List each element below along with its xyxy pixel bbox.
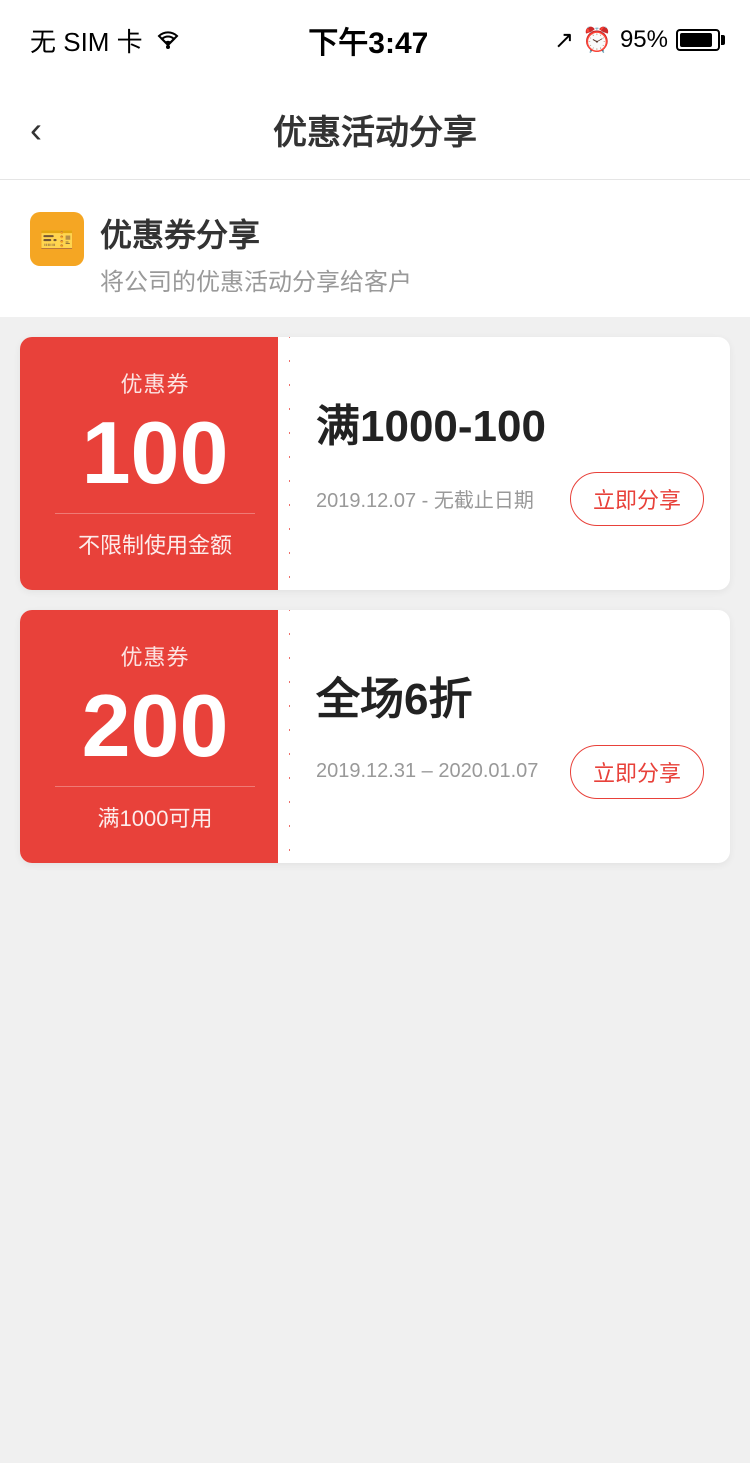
coupon-date-2: 2019.12.31 – 2020.01.07 (316, 760, 538, 783)
coupon-right-1: 满1000-100 2019.12.07 - 无截止日期 立即分享 (290, 337, 730, 590)
section-text: 优惠券分享 将公司的优惠活动分享给客户 (100, 210, 412, 297)
coupon-label-2: 优惠券 (120, 640, 189, 672)
battery-percent: 95% (620, 26, 668, 54)
coupon-date-1: 2019.12.07 - 无截止日期 (316, 484, 534, 513)
battery-icon (676, 29, 720, 51)
bottom-empty-area (0, 863, 750, 1463)
carrier-text: 无 SIM 卡 (30, 22, 143, 59)
coupon-meta-1: 2019.12.07 - 无截止日期 立即分享 (316, 472, 704, 526)
status-left: 无 SIM 卡 (30, 22, 183, 59)
share-button-1[interactable]: 立即分享 (570, 472, 704, 526)
page-title: 优惠活动分享 (273, 105, 477, 154)
share-button-2[interactable]: 立即分享 (570, 745, 704, 799)
section-title: 优惠券分享 (100, 210, 412, 256)
coupon-right-2: 全场6折 2019.12.31 – 2020.01.07 立即分享 (290, 610, 730, 863)
status-time: 下午3:47 (308, 18, 428, 62)
back-button[interactable]: ‹ (30, 109, 42, 151)
coupon-left-1: 优惠券 100 不限制使用金额 (20, 337, 290, 590)
coupon-name-1: 满1000-100 (316, 401, 704, 454)
coupon-condition-2: 满1000可用 (98, 801, 213, 833)
section-subtitle: 将公司的优惠活动分享给客户 (100, 262, 412, 297)
coupon-card-2: 优惠券 200 满1000可用 全场6折 2019.12.31 – 2020.0… (20, 610, 730, 863)
coupon-meta-2: 2019.12.31 – 2020.01.07 立即分享 (316, 745, 704, 799)
coupon-condition-1: 不限制使用金额 (78, 528, 232, 560)
coupon-card-1: 优惠券 100 不限制使用金额 满1000-100 2019.12.07 - 无… (20, 337, 730, 590)
coupon-list: 优惠券 100 不限制使用金额 满1000-100 2019.12.07 - 无… (0, 337, 750, 863)
section-icon: 🎫 (30, 212, 84, 266)
coupon-amount-1: 100 (82, 409, 229, 497)
coupon-label-1: 优惠券 (120, 367, 189, 399)
coupon-name-2: 全场6折 (316, 674, 704, 727)
coupon-divider-1 (55, 513, 255, 514)
coupon-amount-2: 200 (82, 682, 229, 770)
status-right: ↗ ⏰ 95% (554, 26, 720, 55)
section-header: 🎫 优惠券分享 将公司的优惠活动分享给客户 (0, 180, 750, 317)
nav-bar: ‹ 优惠活动分享 (0, 80, 750, 180)
coupon-left-2: 优惠券 200 满1000可用 (20, 610, 290, 863)
coupon-divider-2 (55, 786, 255, 787)
location-icon: ↗ (554, 26, 574, 55)
status-bar: 无 SIM 卡 下午3:47 ↗ ⏰ 95% (0, 0, 750, 80)
wifi-icon (153, 25, 183, 56)
alarm-icon: ⏰ (582, 26, 612, 55)
